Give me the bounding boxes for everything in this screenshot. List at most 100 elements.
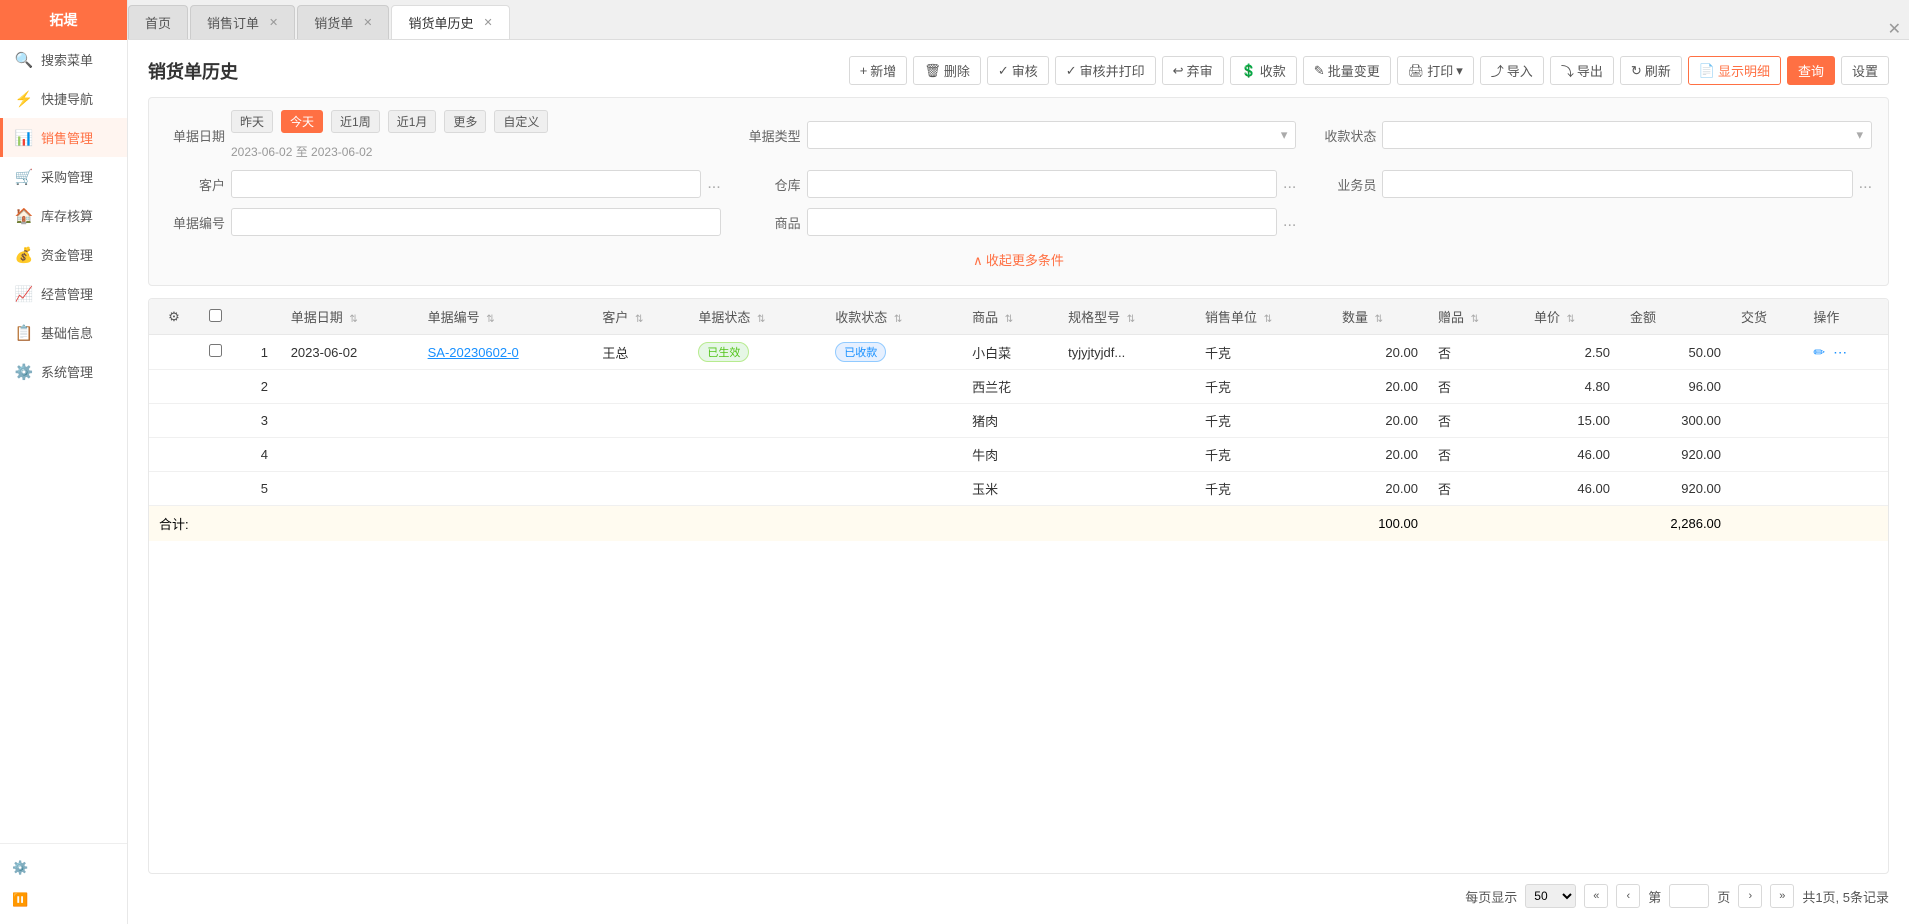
summary-row: 合计: 100.00 2,286.00 [149, 506, 1888, 542]
row-action: ✏ ⋯ [1803, 335, 1888, 370]
settings-button[interactable]: 设置 [1841, 56, 1889, 85]
sales-person-dots[interactable]: ... [1859, 176, 1872, 192]
customer-input[interactable] [231, 170, 701, 198]
row-transaction [1731, 438, 1803, 472]
col-checkbox [199, 299, 251, 335]
payment-status-select[interactable]: ▾ [1382, 121, 1872, 149]
close-all-tabs[interactable]: ✕ [1888, 19, 1901, 39]
discard-button[interactable]: ↩ 弃审 [1162, 56, 1224, 85]
collect-button[interactable]: 💲 收款 [1230, 56, 1297, 85]
row-qty: 20.00 [1332, 438, 1428, 472]
row-payment-status: 已收款 [825, 335, 962, 370]
row-doc-date: 2023-06-02 [281, 335, 418, 370]
tab-sales-delivery[interactable]: 销货单 ✕ [297, 5, 389, 39]
collect-icon: 💲 [1241, 63, 1257, 79]
sort-gift[interactable]: ⇅ [1471, 314, 1479, 325]
sort-customer[interactable]: ⇅ [635, 314, 643, 325]
page-first-btn[interactable]: « [1584, 884, 1608, 908]
sidebar-bottom-pause[interactable]: ⏸️ [0, 884, 127, 916]
filter-date: 单据日期 昨天 今天 近1周 近1月 更多 自定义 2023-06-02 至 2… [165, 110, 721, 160]
sort-spec[interactable]: ⇅ [1127, 314, 1135, 325]
row-goods: 猪肉 [962, 404, 1058, 438]
sort-goods[interactable]: ⇅ [1005, 314, 1013, 325]
select-all-checkbox[interactable] [209, 309, 222, 322]
customer-label: 客户 [165, 175, 225, 194]
tab-close-sales-order[interactable]: ✕ [269, 16, 278, 29]
row-doc-status: 已生效 [688, 335, 825, 370]
print-button[interactable]: 🖨 打印 ▾ [1397, 56, 1474, 85]
date-controls: 昨天 今天 近1周 近1月 更多 自定义 2023-06-02 至 2023-0… [231, 110, 721, 160]
doc-type-select[interactable]: ▾ [807, 121, 1297, 149]
approve-button[interactable]: ✓ 审核 [987, 56, 1049, 85]
page-prev-btn[interactable]: ‹ [1616, 884, 1640, 908]
date-yesterday[interactable]: 昨天 [231, 110, 273, 133]
show-details-button[interactable]: 📄 显示明细 [1688, 56, 1781, 85]
refresh-button[interactable]: ↻ 刷新 [1620, 56, 1682, 85]
sort-unit[interactable]: ⇅ [1264, 314, 1272, 325]
column-settings-icon[interactable]: ⚙ [168, 309, 180, 324]
col-price: 单价 ⇅ [1524, 299, 1620, 335]
edit-icon[interactable]: ✏ [1813, 344, 1825, 361]
per-page-select[interactable]: 50 100 [1525, 884, 1576, 908]
sidebar-item-system[interactable]: ⚙️ 系统管理 [0, 352, 127, 391]
date-more[interactable]: 更多 [444, 110, 486, 133]
order-link[interactable]: SA-20230602-0 [428, 345, 519, 360]
tab-close-sales-history[interactable]: ✕ [484, 16, 493, 29]
page-last-btn[interactable]: » [1770, 884, 1794, 908]
tab-home[interactable]: 首页 [128, 5, 188, 39]
row-action [1803, 370, 1888, 404]
row-settings [149, 335, 199, 370]
sidebar-bottom-settings[interactable]: ⚙️ [0, 852, 127, 884]
doc-no-input[interactable] [231, 208, 721, 236]
sidebar-item-sales-mgmt[interactable]: 📊 销售管理 [0, 118, 127, 157]
tabs-bar: 首页 销售订单 ✕ 销货单 ✕ 销货单历史 ✕ ✕ [128, 0, 1909, 40]
sidebar-item-purchase-mgmt[interactable]: 🛒 采购管理 [0, 157, 127, 196]
sort-doc-no[interactable]: ⇅ [486, 314, 494, 325]
date-last7[interactable]: 近1周 [331, 110, 380, 133]
goods-dots[interactable]: ... [1283, 214, 1296, 230]
col-doc-no: 单据编号 ⇅ [418, 299, 593, 335]
date-quick-buttons: 昨天 今天 近1周 近1月 更多 自定义 [231, 110, 721, 133]
row-doc-no [418, 472, 593, 506]
tab-close-sales-delivery[interactable]: ✕ [363, 16, 372, 29]
customer-dots[interactable]: ... [707, 176, 720, 192]
row-check[interactable] [209, 344, 222, 357]
sort-doc-status[interactable]: ⇅ [757, 314, 765, 325]
row-transaction [1731, 335, 1803, 370]
date-custom[interactable]: 自定义 [494, 110, 548, 133]
sort-payment-status[interactable]: ⇅ [894, 314, 902, 325]
approve-print-button[interactable]: ✓ 审核并打印 [1055, 56, 1156, 85]
page-input[interactable]: 1 [1669, 884, 1709, 908]
goods-input[interactable] [807, 208, 1277, 236]
collapse-more-conditions[interactable]: ∧ 收起更多条件 [165, 246, 1872, 273]
export-button[interactable]: ⤵ 导出 [1550, 56, 1614, 85]
row-qty: 20.00 [1332, 335, 1428, 370]
sidebar-item-operations[interactable]: 📈 经营管理 [0, 274, 127, 313]
date-today[interactable]: 今天 [281, 110, 323, 133]
more-icon[interactable]: ⋯ [1833, 344, 1847, 361]
col-settings[interactable]: ⚙ [149, 299, 199, 335]
approve-print-icon: ✓ [1066, 63, 1077, 79]
warehouse-input[interactable] [807, 170, 1277, 198]
row-action [1803, 404, 1888, 438]
sidebar-item-finance[interactable]: 💰 资金管理 [0, 235, 127, 274]
delete-button[interactable]: 🗑 删除 [913, 56, 981, 85]
add-button[interactable]: + 新增 [849, 56, 908, 85]
sales-person-input[interactable] [1382, 170, 1852, 198]
date-last1m[interactable]: 近1月 [388, 110, 437, 133]
tab-sales-history[interactable]: 销货单历史 ✕ [391, 5, 509, 39]
query-button[interactable]: 查询 [1787, 56, 1835, 85]
sidebar-item-basic-info[interactable]: 📋 基础信息 [0, 313, 127, 352]
sidebar-item-quick-nav[interactable]: ⚡ 快捷导航 [0, 79, 127, 118]
row-goods: 玉米 [962, 472, 1058, 506]
import-button[interactable]: ⤴ 导入 [1480, 56, 1544, 85]
sort-doc-date[interactable]: ⇅ [349, 314, 357, 325]
warehouse-dots[interactable]: ... [1283, 176, 1296, 192]
tab-sales-order[interactable]: 销售订单 ✕ [190, 5, 295, 39]
sort-price[interactable]: ⇅ [1567, 314, 1575, 325]
sidebar-item-search-menu[interactable]: 🔍 搜索菜单 [0, 40, 127, 79]
sidebar-item-inventory[interactable]: 🏠 库存核算 [0, 196, 127, 235]
sort-qty[interactable]: ⇅ [1375, 314, 1383, 325]
batch-change-button[interactable]: ✎ 批量变更 [1303, 56, 1391, 85]
page-next-btn[interactable]: › [1738, 884, 1762, 908]
